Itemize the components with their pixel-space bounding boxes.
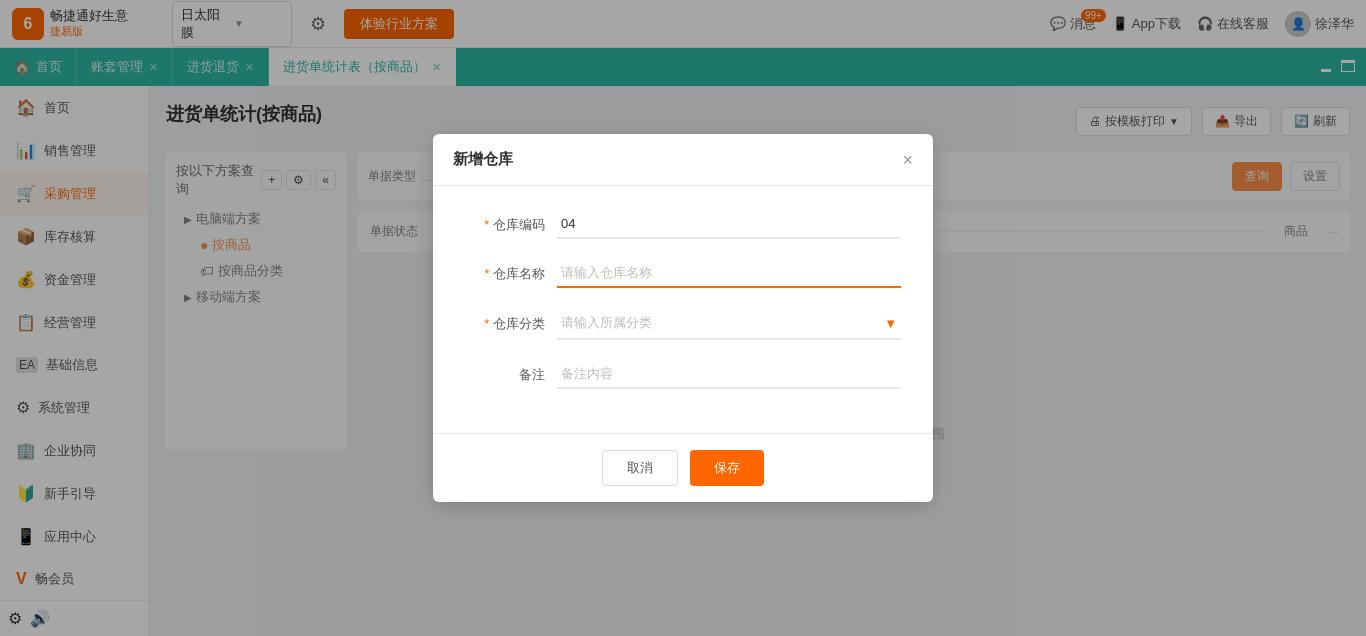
modal-header: 新增仓库 ×	[433, 134, 933, 186]
modal-overlay: 新增仓库 × 仓库编码 仓库名称 仓库分类 请输入所属分类 ▼	[0, 0, 1366, 636]
modal-title: 新增仓库	[453, 150, 513, 169]
modal-add-warehouse: 新增仓库 × 仓库编码 仓库名称 仓库分类 请输入所属分类 ▼	[433, 134, 933, 502]
modal-close-button[interactable]: ×	[902, 151, 913, 169]
input-note[interactable]	[557, 360, 901, 389]
category-placeholder: 请输入所属分类	[561, 314, 652, 332]
label-category: 仓库分类	[465, 315, 545, 333]
form-row-note: 备注	[465, 360, 901, 389]
form-row-code: 仓库编码	[465, 210, 901, 239]
modal-body: 仓库编码 仓库名称 仓库分类 请输入所属分类 ▼ 备注	[433, 186, 933, 433]
label-note: 备注	[465, 366, 545, 384]
form-row-name: 仓库名称	[465, 259, 901, 288]
modal-footer: 取消 保存	[433, 433, 933, 502]
cancel-button[interactable]: 取消	[602, 450, 678, 486]
label-name: 仓库名称	[465, 265, 545, 283]
input-warehouse-code[interactable]	[557, 210, 901, 239]
category-chevron-icon: ▼	[884, 316, 897, 331]
select-warehouse-category[interactable]: 请输入所属分类 ▼	[557, 308, 901, 340]
input-warehouse-name[interactable]	[557, 259, 901, 288]
label-code: 仓库编码	[465, 216, 545, 234]
form-row-category: 仓库分类 请输入所属分类 ▼	[465, 308, 901, 340]
save-button[interactable]: 保存	[690, 450, 764, 486]
